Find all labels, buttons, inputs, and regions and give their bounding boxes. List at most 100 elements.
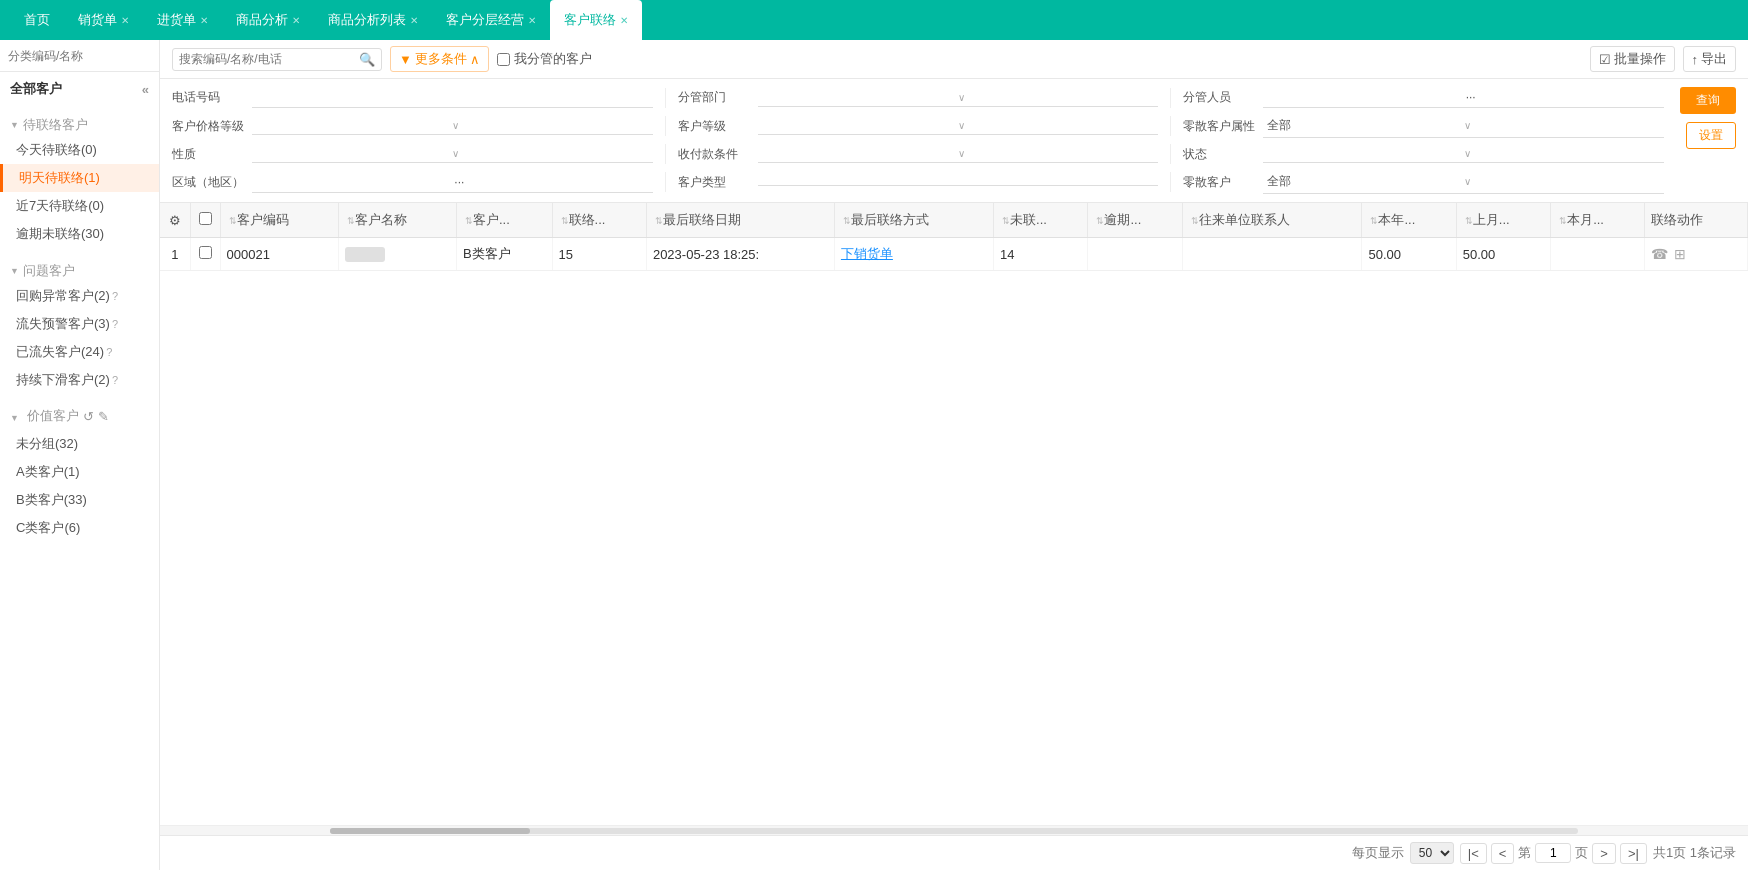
status-chevron: ∨ bbox=[1464, 148, 1660, 159]
filter-nature-select[interactable]: ∨ bbox=[252, 145, 653, 163]
value-refresh-icon[interactable]: ↺ bbox=[83, 409, 94, 424]
th-this-year[interactable]: ⇅本年... bbox=[1362, 203, 1456, 238]
total-label: 共1页 1条记录 bbox=[1653, 844, 1736, 862]
sidebar-item-churn-warn[interactable]: 流失预警客户(3) ? bbox=[0, 310, 159, 338]
filter-scatter: 零散客户 全部 ∨ bbox=[1183, 170, 1664, 194]
nav-customer-contact-close[interactable]: ✕ bbox=[620, 15, 628, 26]
filter-type-select[interactable] bbox=[758, 179, 1159, 186]
filter-region-select[interactable]: ··· bbox=[252, 172, 653, 193]
my-customer-checkbox[interactable] bbox=[497, 53, 510, 66]
sidebar-collapse-icon[interactable]: « bbox=[142, 82, 149, 97]
filter-scatter-select[interactable]: 全部 ∨ bbox=[1263, 114, 1664, 138]
info-icon-1: ? bbox=[112, 318, 118, 330]
scatter2-chevron: ∨ bbox=[1464, 176, 1660, 187]
nav-product-analysis[interactable]: 商品分析 ✕ bbox=[222, 0, 314, 40]
filter-dept-select[interactable]: ∨ bbox=[758, 89, 1159, 107]
th-last-contact-date[interactable]: ⇅最后联络日期 bbox=[646, 203, 834, 238]
filter-phone-input[interactable] bbox=[252, 87, 653, 108]
nav-purchase-close[interactable]: ✕ bbox=[200, 15, 208, 26]
filter-payment-select[interactable]: ∨ bbox=[758, 145, 1159, 163]
nav-product-list-close[interactable]: ✕ bbox=[410, 15, 418, 26]
sidebar-pending-section: 待联络客户 今天待联络(0) 明天待联络(1) 近7天待联络(0) 逾期未联络(… bbox=[0, 106, 159, 252]
next-page-btn[interactable]: > bbox=[1592, 843, 1616, 864]
sidebar-item-declining[interactable]: 持续下滑客户(2) ? bbox=[0, 366, 159, 394]
sidebar-item-7days[interactable]: 近7天待联络(0) bbox=[0, 192, 159, 220]
first-page-btn[interactable]: |< bbox=[1460, 843, 1487, 864]
td-last-method[interactable]: 下销货单 bbox=[834, 238, 993, 271]
filter-price-select[interactable]: ∨ bbox=[252, 117, 653, 135]
search-input[interactable] bbox=[179, 52, 359, 66]
divider-2 bbox=[1170, 88, 1171, 108]
action-icons-wrap: ☎ ⊞ bbox=[1651, 246, 1741, 262]
sidebar-problem-title[interactable]: 问题客户 bbox=[0, 256, 159, 282]
payment-chevron: ∨ bbox=[958, 148, 1154, 159]
scrollbar-thumb[interactable] bbox=[330, 828, 530, 834]
filter-panel: 电话号码 分管部门 ∨ 分管人员 bbox=[160, 79, 1748, 203]
nav-sales[interactable]: 销货单 ✕ bbox=[64, 0, 143, 40]
select-all-checkbox[interactable] bbox=[199, 212, 212, 225]
filter-scatter-attr: 零散客户属性 全部 ∨ bbox=[1183, 114, 1664, 138]
th-settings[interactable]: ⚙ bbox=[160, 203, 190, 238]
filter-level-select[interactable]: ∨ bbox=[758, 117, 1159, 135]
level-chevron: ∨ bbox=[958, 120, 1154, 131]
sidebar-item-repurchase[interactable]: 回购异常客户(2) ? bbox=[0, 282, 159, 310]
batch-op-btn[interactable]: ☑ 批量操作 bbox=[1590, 46, 1675, 72]
filter-manager-select[interactable]: ··· bbox=[1263, 87, 1664, 108]
export-icon: ↑ bbox=[1692, 52, 1699, 67]
filter-status-select[interactable]: ∨ bbox=[1263, 145, 1664, 163]
value-edit-icon[interactable]: ✎ bbox=[98, 409, 109, 424]
sidebar-item-c-class[interactable]: C类客户(6) bbox=[0, 514, 159, 542]
th-customer-name[interactable]: ⇅客户名称 bbox=[338, 203, 456, 238]
nav-customer-tier-close[interactable]: ✕ bbox=[528, 15, 536, 26]
manager-dots[interactable]: ··· bbox=[1466, 90, 1660, 104]
nav-product-analysis-list[interactable]: 商品分析列表 ✕ bbox=[314, 0, 432, 40]
th-this-month[interactable]: ⇅本月... bbox=[1551, 203, 1645, 238]
sidebar-item-a-class[interactable]: A类客户(1) bbox=[0, 458, 159, 486]
sidebar-item-today[interactable]: 今天待联络(0) bbox=[0, 136, 159, 164]
th-unlinked[interactable]: ⇅未联... bbox=[994, 203, 1088, 238]
sidebar-item-churned[interactable]: 已流失客户(24) ? bbox=[0, 338, 159, 366]
th-overdue[interactable]: ⇅逾期... bbox=[1088, 203, 1182, 238]
last-page-btn[interactable]: >| bbox=[1620, 843, 1647, 864]
sidebar-item-overdue[interactable]: 逾期未联络(30) bbox=[0, 220, 159, 248]
nav-customer-tier[interactable]: 客户分层经营 ✕ bbox=[432, 0, 550, 40]
export-btn[interactable]: ↑ 导出 bbox=[1683, 46, 1737, 72]
last-method-link[interactable]: 下销货单 bbox=[841, 246, 893, 261]
filter-scatter2-select[interactable]: 全部 ∨ bbox=[1263, 170, 1664, 194]
query-button[interactable]: 查询 bbox=[1680, 87, 1736, 114]
th-last-contact-method[interactable]: ⇅最后联络方式 bbox=[834, 203, 993, 238]
th-customer-code[interactable]: ⇅客户编码 bbox=[220, 203, 338, 238]
row-checkbox[interactable] bbox=[199, 246, 212, 259]
nav-sales-close[interactable]: ✕ bbox=[121, 15, 129, 26]
sidebar-all-customers[interactable]: 全部客户 « bbox=[0, 72, 159, 106]
page-input[interactable] bbox=[1535, 843, 1571, 863]
more-action-icon[interactable]: ⊞ bbox=[1674, 246, 1686, 262]
sidebar-item-ungrouped[interactable]: 未分组(32) bbox=[0, 430, 159, 458]
sidebar-item-b-class[interactable]: B类客户(33) bbox=[0, 486, 159, 514]
th-last-month[interactable]: ⇅上月... bbox=[1456, 203, 1550, 238]
th-contact-count[interactable]: ⇅联络... bbox=[552, 203, 646, 238]
table-header-row: ⚙ ⇅客户编码 ⇅客户名称 ⇅客户... ⇅联络... ⇅最后联络日期 ⇅最后联… bbox=[160, 203, 1748, 238]
th-customer-type[interactable]: ⇅客户... bbox=[456, 203, 552, 238]
nav-product-analysis-close[interactable]: ✕ bbox=[292, 15, 300, 26]
nav-home[interactable]: 首页 bbox=[10, 0, 64, 40]
scrollbar-track[interactable] bbox=[330, 828, 1578, 834]
info-icon-0: ? bbox=[112, 290, 118, 302]
sidebar-search-input[interactable] bbox=[8, 49, 158, 63]
sidebar-value-title: 价值客户 ↺ ✎ bbox=[0, 402, 159, 430]
my-customer-checkbox-wrap[interactable]: 我分管的客户 bbox=[497, 50, 592, 68]
contact-action-icon[interactable]: ☎ bbox=[1651, 246, 1668, 262]
sidebar-pending-title[interactable]: 待联络客户 bbox=[0, 110, 159, 136]
nav-purchase[interactable]: 进货单 ✕ bbox=[143, 0, 222, 40]
filter-payment: 收付款条件 ∨ bbox=[678, 145, 1159, 163]
more-filter-btn[interactable]: ▼ 更多条件 ∧ bbox=[390, 46, 489, 72]
prev-page-btn[interactable]: < bbox=[1491, 843, 1515, 864]
page-size-select[interactable]: 50 bbox=[1410, 842, 1454, 864]
scrollbar-area bbox=[160, 825, 1748, 835]
th-contact-person[interactable]: ⇅往来单位联系人 bbox=[1182, 203, 1362, 238]
region-dots[interactable]: ··· bbox=[454, 175, 648, 189]
sidebar-item-tomorrow[interactable]: 明天待联络(1) bbox=[0, 164, 159, 192]
nav-customer-contact[interactable]: 客户联络 ✕ bbox=[550, 0, 642, 40]
set-button[interactable]: 设置 bbox=[1686, 122, 1736, 149]
search-icon[interactable]: 🔍 bbox=[359, 52, 375, 67]
